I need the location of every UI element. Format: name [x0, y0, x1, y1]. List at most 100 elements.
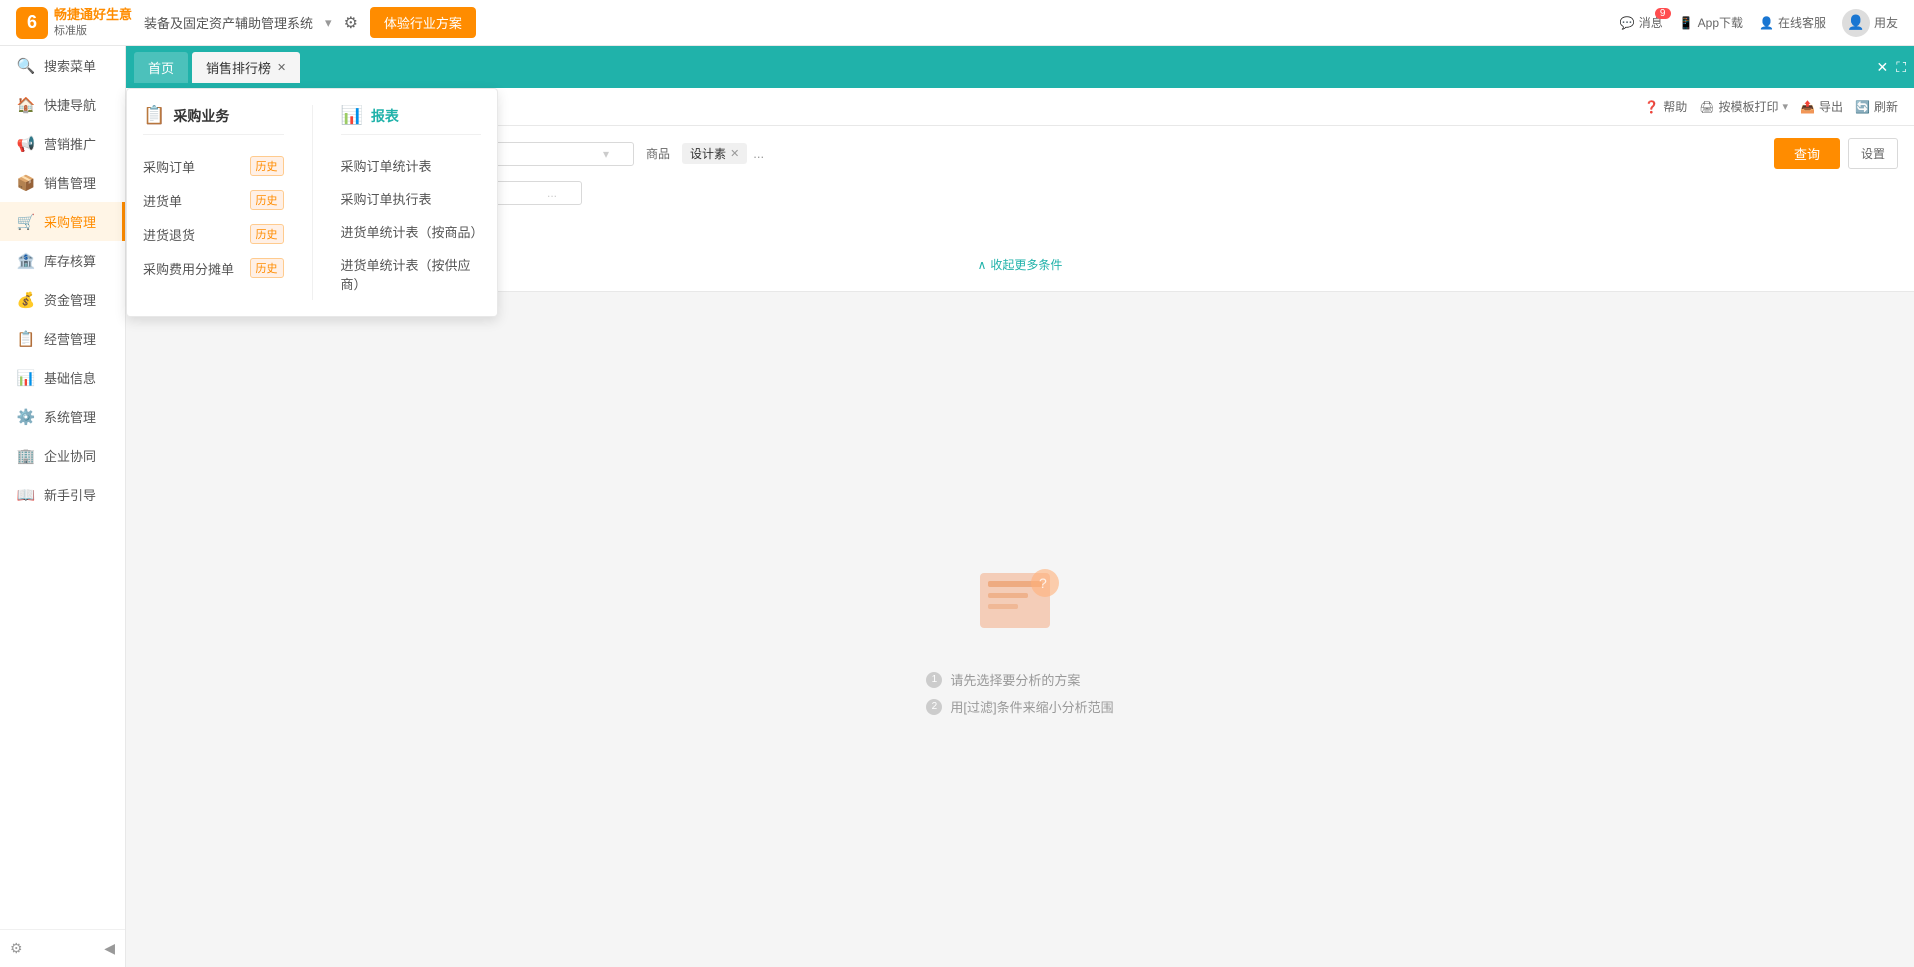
empty-hints: 1 请先选择要分析的方案 2 用[过滤]条件来缩小分析范围: [926, 670, 1113, 716]
message-icon: 💬: [1620, 16, 1635, 30]
goods-ellipsis[interactable]: ...: [753, 146, 764, 161]
marketing-icon: 📢: [16, 135, 36, 153]
settings-button[interactable]: 设置: [1848, 138, 1898, 169]
sidebar: 🔍 搜索菜单 🏠 快捷导航 📢 营销推广 📦 销售管理 🛒 采购管理 🏦: [0, 46, 126, 967]
incoming-label: 进货单: [143, 191, 182, 210]
svg-text:?: ?: [1039, 575, 1047, 591]
menu-item-purchase-order-exec[interactable]: 采购订单执行表: [341, 182, 482, 215]
bill-status-select[interactable]: ▾: [474, 142, 634, 166]
app-download-action[interactable]: 📱 App下载: [1679, 14, 1743, 31]
empty-state: ? 1 请先选择要分析的方案 2 用[过滤]条件来缩小分析范围: [126, 292, 1914, 967]
goods-tag: 设计素 ✕: [682, 143, 747, 164]
help-icon: ❓: [1644, 100, 1659, 114]
incoming-history[interactable]: 历史: [250, 190, 284, 210]
dropdown-col-purchase-title: 📋 采购业务: [143, 105, 284, 135]
tab-sales-ranking-label: 销售排行榜: [206, 58, 271, 77]
menu-item-incoming-goods-stats[interactable]: 进货单统计表（按商品）: [341, 215, 482, 248]
sidebar-item-purchase[interactable]: 🛒 采购管理: [0, 202, 125, 241]
menu-item-incoming[interactable]: 进货单 历史: [143, 183, 284, 217]
dropdown-col-purchase: 📋 采购业务 采购订单 历史 进货单 历史 进货退货 历史 采购费用分摊单 历史: [143, 105, 284, 300]
industry-button[interactable]: 体验行业方案: [370, 7, 476, 38]
export-icon: 📤: [1800, 100, 1815, 114]
system-icon: ⚙️: [16, 408, 36, 426]
return-history[interactable]: 历史: [250, 224, 284, 244]
sidebar-item-operations[interactable]: 📋 经营管理: [0, 319, 125, 358]
print-icon: 🖨: [1699, 100, 1714, 114]
collapse-arrow-icon: ∧: [978, 258, 987, 272]
purchase-icon: 🛒: [16, 213, 36, 231]
menu-item-return[interactable]: 进货退货 历史: [143, 217, 284, 251]
tab-right-actions: ✕ ⛶: [1876, 59, 1906, 76]
system-title: 装备及固定资产辅助管理系统: [144, 13, 313, 32]
tab-home-label: 首页: [148, 58, 174, 77]
tab-close-icon[interactable]: ✕: [277, 61, 286, 74]
tab-expand-icon[interactable]: ⛶: [1896, 59, 1906, 76]
sidebar-label-marketing: 营销推广: [44, 134, 96, 153]
template-print-action[interactable]: 🖨 按模板打印 ▾: [1699, 98, 1788, 115]
sidebar-label-sales: 销售管理: [44, 173, 96, 192]
logo-text: 畅捷通好生意 标准版: [54, 7, 132, 38]
sidebar-item-marketing[interactable]: 📢 营销推广: [0, 124, 125, 163]
goods-tag-text: 设计素: [690, 145, 726, 162]
menu-item-incoming-supplier-stats[interactable]: 进货单统计表（按供应商）: [341, 248, 482, 300]
enterprise-icon: 🏢: [16, 447, 36, 465]
online-service-action[interactable]: 👤 在线客服: [1759, 14, 1826, 31]
user-label: 用友: [1874, 14, 1898, 31]
dropdown-arrow[interactable]: ▾: [325, 15, 332, 31]
logo-line2: 标准版: [54, 24, 132, 38]
tab-home[interactable]: 首页: [134, 52, 188, 83]
sidebar-item-finance[interactable]: 💰 资金管理: [0, 280, 125, 319]
help-label: 帮助: [1663, 98, 1687, 115]
app-download-label: App下载: [1698, 14, 1743, 31]
sidebar-item-enterprise[interactable]: 🏢 企业协同: [0, 436, 125, 475]
sales-icon: 📦: [16, 174, 36, 192]
salesperson-ellipsis[interactable]: ...: [547, 186, 557, 200]
return-label: 进货退货: [143, 225, 195, 244]
hint2-num: 2: [926, 699, 942, 715]
menu-item-expense[interactable]: 采购费用分摊单 历史: [143, 251, 284, 285]
sidebar-item-system[interactable]: ⚙️ 系统管理: [0, 397, 125, 436]
refresh-label: 刷新: [1874, 98, 1898, 115]
expense-history[interactable]: 历史: [250, 258, 284, 278]
template-print-label: 按模板打印: [1719, 98, 1779, 115]
goods-tag-close[interactable]: ✕: [730, 147, 739, 160]
empty-hint-2: 2 用[过滤]条件来缩小分析范围: [926, 697, 1113, 716]
sidebar-item-sales[interactable]: 📦 销售管理: [0, 163, 125, 202]
export-action[interactable]: 📤 导出: [1800, 98, 1843, 115]
purchase-order-exec-label: 采购订单执行表: [341, 189, 432, 208]
inventory-icon: 🏦: [16, 252, 36, 270]
operations-icon: 📋: [16, 330, 36, 348]
dropdown-col-report: 📊 报表 采购订单统计表 采购订单执行表 进货单统计表（按商品） 进货单统计表（…: [341, 105, 482, 300]
purchase-order-stats-label: 采购订单统计表: [341, 156, 432, 175]
goods-filter-area: 设计素 ✕ ...: [682, 143, 764, 164]
tab-sales-ranking[interactable]: 销售排行榜 ✕: [192, 52, 300, 83]
help-action[interactable]: ❓ 帮助: [1644, 98, 1687, 115]
settings-icon[interactable]: ⚙: [344, 13, 358, 33]
sidebar-item-search[interactable]: 🔍 搜索菜单: [0, 46, 125, 85]
avatar: 👤: [1842, 9, 1870, 37]
query-button[interactable]: 查询: [1774, 138, 1840, 169]
sidebar-settings-btn[interactable]: ⚙: [10, 940, 23, 957]
menu-item-purchase-order[interactable]: 采购订单 历史: [143, 149, 284, 183]
tab-close-all-icon[interactable]: ✕: [1876, 59, 1888, 76]
dropdown-col-report-title: 📊 报表: [341, 105, 482, 135]
export-label: 导出: [1819, 98, 1843, 115]
online-service-label: 在线客服: [1778, 14, 1826, 31]
sidebar-item-quick-nav[interactable]: 🏠 快捷导航: [0, 85, 125, 124]
sidebar-footer: ⚙ ◀: [0, 929, 125, 967]
sidebar-item-newbie[interactable]: 📖 新手引导: [0, 475, 125, 514]
menu-item-purchase-order-stats[interactable]: 采购订单统计表: [341, 149, 482, 182]
hint1-num: 1: [926, 672, 942, 688]
sidebar-item-basic-info[interactable]: 📊 基础信息: [0, 358, 125, 397]
sidebar-item-inventory[interactable]: 🏦 库存核算: [0, 241, 125, 280]
report-col-icon: 📊: [341, 105, 363, 126]
purchase-order-history[interactable]: 历史: [250, 156, 284, 176]
purchase-dropdown-menu: 📋 采购业务 采购订单 历史 进货单 历史 进货退货 历史 采购费用分摊单 历史: [126, 88, 498, 317]
message-action[interactable]: 💬 消息 9: [1620, 14, 1663, 31]
sidebar-collapse-btn[interactable]: ◀: [104, 940, 115, 957]
logo-area: 6 畅捷通好生意 标准版: [16, 7, 132, 39]
sidebar-label-inventory: 库存核算: [44, 251, 96, 270]
top-actions: 💬 消息 9 📱 App下载 👤 在线客服 👤 用友: [1620, 9, 1898, 37]
refresh-action[interactable]: 🔄 刷新: [1855, 98, 1898, 115]
user-action[interactable]: 👤 用友: [1842, 9, 1898, 37]
